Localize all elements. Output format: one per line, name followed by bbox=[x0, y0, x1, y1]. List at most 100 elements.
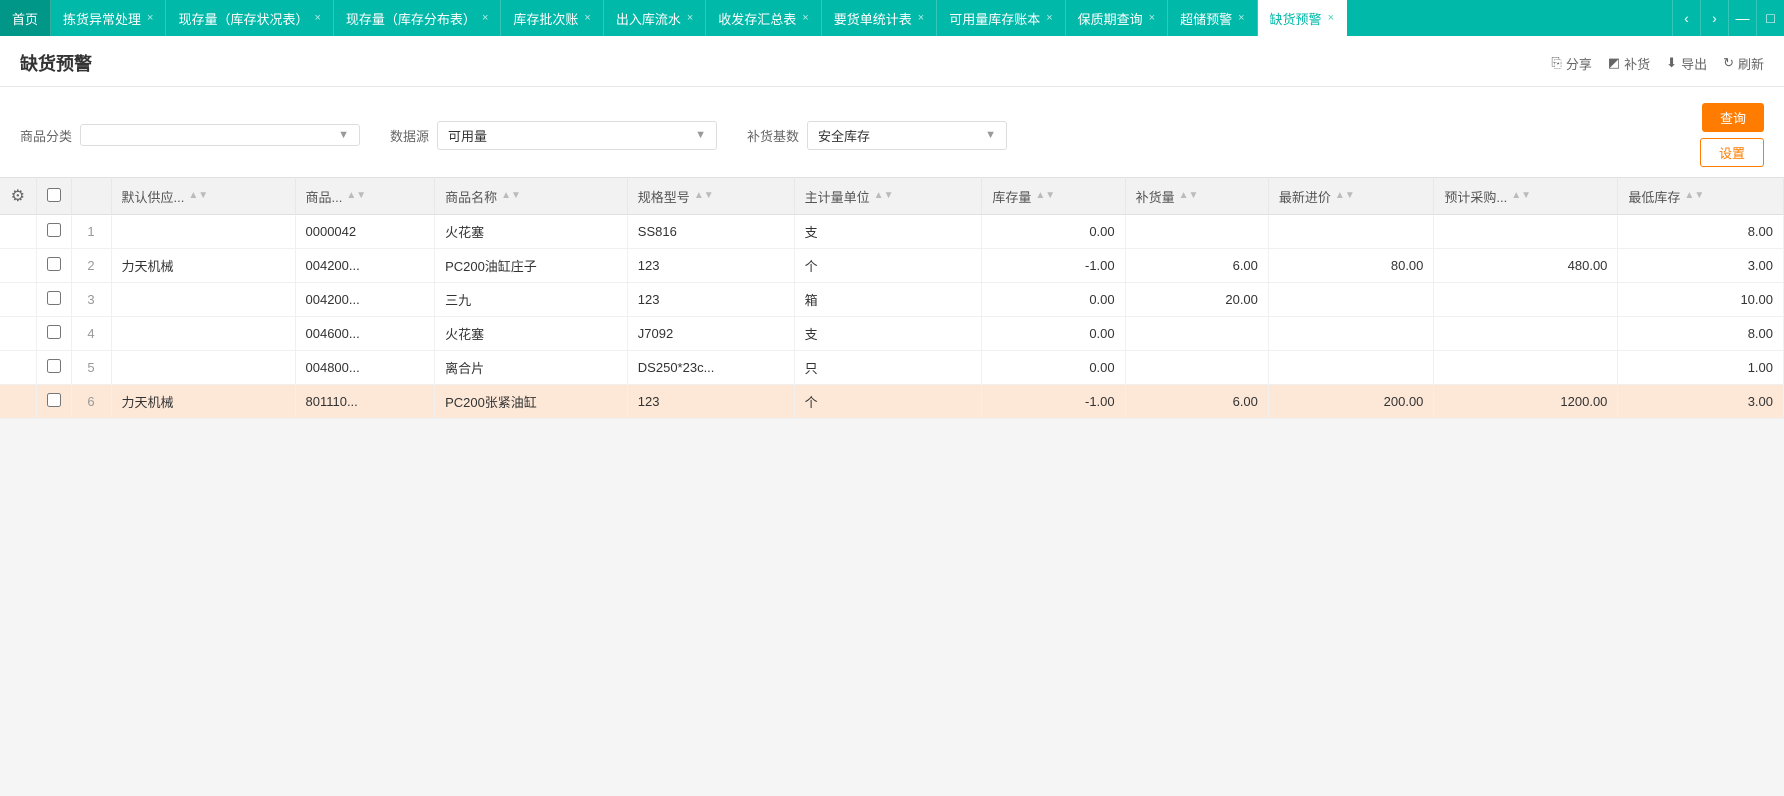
row-latest-price: 80.00 bbox=[1268, 249, 1434, 283]
datasource-select-value: 可用量 bbox=[448, 126, 487, 145]
settings-button[interactable]: 设置 bbox=[1700, 138, 1764, 167]
nav-tab-7-close[interactable]: × bbox=[918, 12, 924, 24]
nav-tab-3-label: 现存量（库存分布表） bbox=[346, 9, 476, 28]
nav-tab-8-close[interactable]: × bbox=[1046, 12, 1052, 24]
nav-tab-11-close[interactable]: × bbox=[1328, 12, 1334, 24]
refresh-button[interactable]: ↻ 刷新 bbox=[1723, 54, 1764, 73]
row-estimated-purchase: 1200.00 bbox=[1434, 385, 1618, 419]
nav-tab-4-close[interactable]: × bbox=[584, 12, 590, 24]
row-checkbox-3[interactable] bbox=[47, 325, 61, 339]
row-stock: -1.00 bbox=[982, 385, 1125, 419]
nav-tab-5-label: 出入库流水 bbox=[616, 9, 681, 28]
row-checkbox-0[interactable] bbox=[47, 223, 61, 237]
refresh-icon: ↻ bbox=[1723, 55, 1734, 71]
replenish-label: 补货 bbox=[1624, 54, 1650, 73]
nav-tab-2[interactable]: 现存量（库存状况表） × bbox=[166, 0, 333, 36]
gear-icon[interactable]: ⚙ bbox=[11, 188, 25, 205]
top-navigation: 首页 拣货异常处理 × 现存量（库存状况表） × 现存量（库存分布表） × 库存… bbox=[0, 0, 1784, 36]
datasource-filter-label: 数据源 bbox=[390, 126, 429, 145]
row-product-name: 三九 bbox=[435, 283, 628, 317]
th-spec[interactable]: 规格型号 ▲▼ bbox=[627, 178, 794, 215]
th-unit[interactable]: 主计量单位 ▲▼ bbox=[794, 178, 982, 215]
th-product-name[interactable]: 商品名称 ▲▼ bbox=[435, 178, 628, 215]
header-actions: ⎘ 分享 ◩ 补货 ⬇ 导出 ↻ 刷新 bbox=[1551, 54, 1764, 73]
row-supplier: 力天机械 bbox=[111, 385, 295, 419]
category-filter-group: 商品分类 ▼ bbox=[20, 124, 360, 146]
row-product-code: 004600... bbox=[295, 317, 435, 351]
export-icon: ⬇ bbox=[1666, 55, 1677, 71]
row-supplier bbox=[111, 215, 295, 249]
nav-tab-home[interactable]: 首页 bbox=[0, 0, 51, 36]
nav-scroll-right[interactable]: › bbox=[1700, 0, 1728, 36]
th-min-stock[interactable]: 最低库存 ▲▼ bbox=[1618, 178, 1784, 215]
th-replenish-qty[interactable]: 补货量 ▲▼ bbox=[1125, 178, 1268, 215]
nav-tab-2-label: 现存量（库存状况表） bbox=[178, 9, 308, 28]
th-product-code[interactable]: 商品... ▲▼ bbox=[295, 178, 435, 215]
query-button[interactable]: 查询 bbox=[1702, 103, 1764, 132]
nav-tab-11[interactable]: 缺货预警 × bbox=[1258, 0, 1347, 36]
nav-tab-3-close[interactable]: × bbox=[482, 12, 488, 24]
row-product-code: 0000042 bbox=[295, 215, 435, 249]
row-checkbox-2[interactable] bbox=[47, 291, 61, 305]
row-supplier: 力天机械 bbox=[111, 249, 295, 283]
row-min-stock: 3.00 bbox=[1618, 249, 1784, 283]
row-checkbox-cell bbox=[36, 249, 71, 283]
nav-tab-5[interactable]: 出入库流水 × bbox=[604, 0, 706, 36]
nav-tab-10[interactable]: 超储预警 × bbox=[1168, 0, 1257, 36]
th-latest-price[interactable]: 最新进价 ▲▼ bbox=[1268, 178, 1434, 215]
category-select[interactable]: ▼ bbox=[80, 124, 360, 146]
row-unit: 只 bbox=[794, 351, 982, 385]
row-checkbox-4[interactable] bbox=[47, 359, 61, 373]
select-all-checkbox[interactable] bbox=[47, 188, 61, 202]
main-content: 缺货预警 ⎘ 分享 ◩ 补货 ⬇ 导出 ↻ 刷新 商品分类 bbox=[0, 36, 1784, 419]
nav-tab-5-close[interactable]: × bbox=[687, 12, 693, 24]
row-settings-cell bbox=[0, 385, 36, 419]
th-index bbox=[71, 178, 111, 215]
nav-tab-9-close[interactable]: × bbox=[1149, 12, 1155, 24]
row-unit: 个 bbox=[794, 385, 982, 419]
nav-tab-8[interactable]: 可用量库存账本 × bbox=[937, 0, 1065, 36]
th-checkbox bbox=[36, 178, 71, 215]
row-checkbox-5[interactable] bbox=[47, 393, 61, 407]
replenish-button[interactable]: ◩ 补货 bbox=[1608, 54, 1650, 73]
sort-icon-unit: ▲▼ bbox=[874, 191, 894, 201]
nav-tab-7[interactable]: 要货单统计表 × bbox=[822, 0, 937, 36]
table-container: ⚙ 默认供应... ▲▼ 商品... bbox=[0, 177, 1784, 419]
row-checkbox-cell bbox=[36, 283, 71, 317]
nav-tab-4[interactable]: 库存批次账 × bbox=[501, 0, 603, 36]
nav-minimize[interactable]: — bbox=[1728, 0, 1756, 36]
th-stock[interactable]: 库存量 ▲▼ bbox=[982, 178, 1125, 215]
row-index: 1 bbox=[71, 215, 111, 249]
row-checkbox-1[interactable] bbox=[47, 257, 61, 271]
nav-tab-10-close[interactable]: × bbox=[1238, 12, 1244, 24]
nav-tab-2-close[interactable]: × bbox=[314, 12, 320, 24]
nav-tab-6-close[interactable]: × bbox=[802, 12, 808, 24]
datasource-filter-group: 数据源 可用量 ▼ bbox=[390, 121, 717, 150]
row-replenish-qty: 6.00 bbox=[1125, 249, 1268, 283]
nav-tab-1-close[interactable]: × bbox=[147, 12, 153, 24]
export-button[interactable]: ⬇ 导出 bbox=[1666, 54, 1707, 73]
row-index: 4 bbox=[71, 317, 111, 351]
nav-tab-9[interactable]: 保质期查询 × bbox=[1066, 0, 1168, 36]
sort-icon-code: ▲▼ bbox=[346, 191, 366, 201]
sort-icon-name: ▲▼ bbox=[501, 191, 521, 201]
nav-tab-9-label: 保质期查询 bbox=[1078, 9, 1143, 28]
table-row: 5 004800... 离合片 DS250*23c... 只 0.00 1.00 bbox=[0, 351, 1784, 385]
table-row: 3 004200... 三九 123 箱 0.00 20.00 10.00 bbox=[0, 283, 1784, 317]
th-estimated-purchase[interactable]: 预计采购... ▲▼ bbox=[1434, 178, 1618, 215]
nav-scroll-left[interactable]: ‹ bbox=[1672, 0, 1700, 36]
datasource-select[interactable]: 可用量 ▼ bbox=[437, 121, 717, 150]
share-button[interactable]: ⎘ 分享 bbox=[1551, 54, 1591, 73]
page-title: 缺货预警 bbox=[20, 50, 92, 76]
th-default-supplier[interactable]: 默认供应... ▲▼ bbox=[111, 178, 295, 215]
nav-tab-6[interactable]: 收发存汇总表 × bbox=[706, 0, 821, 36]
nav-tab-3[interactable]: 现存量（库存分布表） × bbox=[334, 0, 501, 36]
nav-maximize[interactable]: □ bbox=[1756, 0, 1784, 36]
row-product-code: 004200... bbox=[295, 283, 435, 317]
row-settings-cell bbox=[0, 351, 36, 385]
table-header-row: ⚙ 默认供应... ▲▼ 商品... bbox=[0, 178, 1784, 215]
row-min-stock: 8.00 bbox=[1618, 215, 1784, 249]
row-unit: 支 bbox=[794, 215, 982, 249]
replenish-select[interactable]: 安全库存 ▼ bbox=[807, 121, 1007, 150]
nav-tab-1[interactable]: 拣货异常处理 × bbox=[51, 0, 166, 36]
